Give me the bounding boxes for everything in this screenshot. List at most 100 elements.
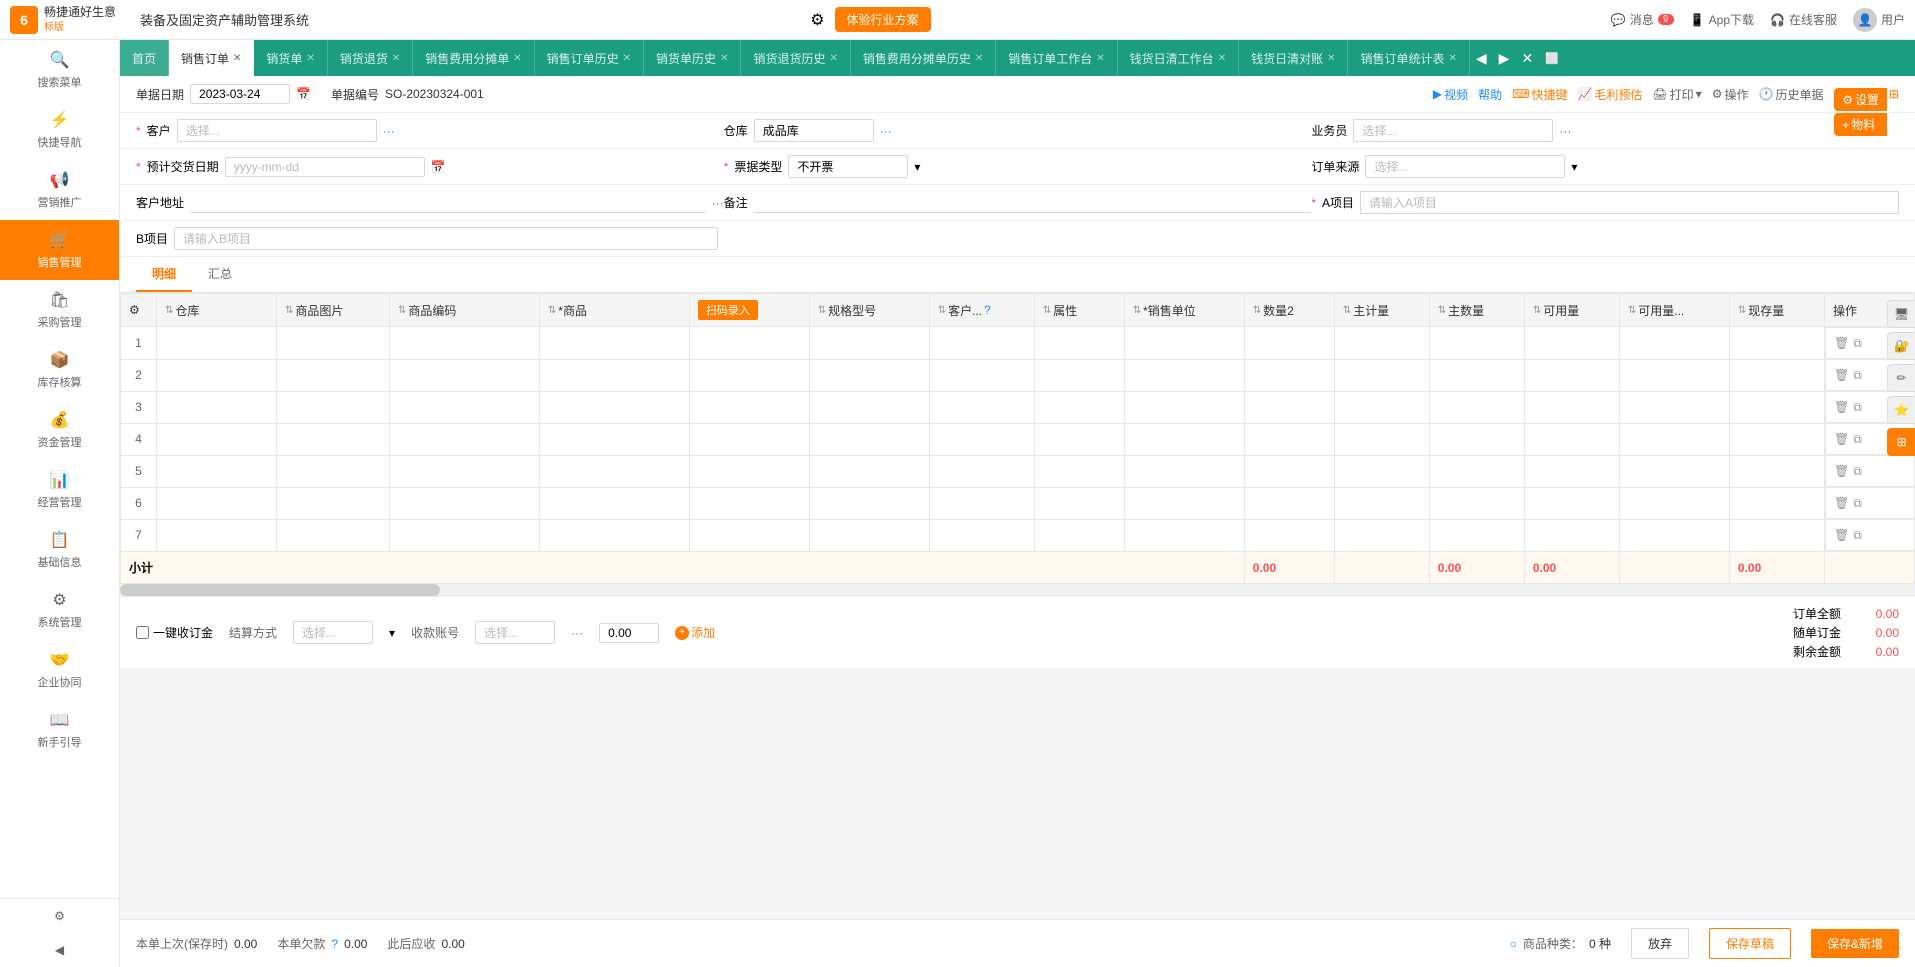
row-7-avail2[interactable] [1619,519,1729,552]
row-5-qty2[interactable] [1244,455,1334,487]
row-3-qty2[interactable] [1244,391,1334,423]
delete-icon-6[interactable]: 🗑 [1834,496,1849,510]
row-4-warehouse[interactable] [157,423,277,455]
row-2-image[interactable] [276,359,389,391]
row-3-main-qty[interactable] [1429,391,1524,423]
tab-home[interactable]: 首页 [120,40,169,76]
tab-sales-return[interactable]: 销货退货 ✕ [328,40,413,76]
row-2-avail[interactable] [1524,359,1619,391]
sidebar-item-system[interactable]: ⚙ 系统管理 [0,580,119,640]
right-icon-1[interactable]: 🖥 [1887,300,1915,328]
question-icon[interactable]: ? [984,303,991,317]
row-4-attr[interactable] [1034,423,1124,455]
col-spec[interactable]: ⇅ 规格型号 [809,294,929,327]
row-3-warehouse[interactable] [157,391,277,423]
row-5-warehouse[interactable] [157,455,277,487]
unit-sort[interactable]: ⇅ [1133,305,1141,316]
row-6-spec[interactable] [809,487,929,519]
row-4-scan[interactable] [689,423,809,455]
tab-close-reconcile[interactable]: ✕ [1327,53,1335,64]
row-1-unit[interactable] [1124,327,1244,360]
row-6-product[interactable] [539,487,689,519]
row-6-qty2[interactable] [1244,487,1334,519]
row-6-unit[interactable] [1124,487,1244,519]
delete-icon-1[interactable]: 🗑 [1834,336,1849,350]
sidebar-item-inventory[interactable]: 📦 库存核算 [0,340,119,400]
customer-addr-input[interactable] [190,193,706,213]
sidebar-item-purchase[interactable]: 🛍 采购管理 [0,280,119,340]
tab-close-sales-order[interactable]: ✕ [233,53,241,64]
row-6-current[interactable] [1729,487,1824,519]
row-4-current[interactable] [1729,423,1824,455]
row-7-customer-code[interactable] [929,519,1034,552]
product-count-icon[interactable]: ○ [1510,937,1517,951]
col-product[interactable]: ⇅ *商品 [539,294,689,327]
row-3-main-unit[interactable] [1334,391,1429,423]
toolbar-grid-view[interactable]: ⊞ [1889,87,1899,101]
tab-close-sales-return[interactable]: ✕ [392,53,400,64]
tab-return-history[interactable]: 销货退货历史 ✕ [741,40,850,76]
one-click-checkbox-input[interactable] [136,626,149,639]
row-5-avail[interactable] [1524,455,1619,487]
row-5-avail2[interactable] [1619,455,1729,487]
tab-expense-history[interactable]: 销售费用分摊单历史 ✕ [851,40,996,76]
row-3-code[interactable] [389,391,539,423]
row-1-warehouse[interactable] [157,327,277,360]
tab-close-return-history[interactable]: ✕ [829,53,837,64]
copy-icon-5[interactable]: ⧉ [1853,464,1862,479]
row-7-qty2[interactable] [1244,519,1334,552]
scan-entry-button[interactable]: 扫码录入 [698,300,758,320]
row-3-spec[interactable] [809,391,929,423]
toolbar-profit[interactable]: 📈 毛利预估 [1577,86,1642,103]
row-4-main-unit[interactable] [1334,423,1429,455]
delivery-input[interactable]: yyyy-mm-dd [225,157,425,177]
avail-sort[interactable]: ⇅ [1533,305,1541,316]
toolbar-print[interactable]: 🖨 打印 ▾ [1652,86,1701,103]
col-scan[interactable]: 扫码录入 [689,294,809,327]
b-project-input[interactable]: 请输入B项目 [174,227,718,250]
delivery-calendar-icon[interactable]: 📅 [431,160,446,174]
horizontal-scrollbar[interactable] [120,584,1915,596]
row-1-code[interactable] [389,327,539,360]
row-6-scan[interactable] [689,487,809,519]
row-1-avail[interactable] [1524,327,1619,360]
row-4-customer-code[interactable] [929,423,1034,455]
row-6-main-qty[interactable] [1429,487,1524,519]
tab-sales-invoice[interactable]: 销货单 ✕ [254,40,327,76]
row-1-customer-code[interactable] [929,327,1034,360]
row-3-avail2[interactable] [1619,391,1729,423]
customer-input[interactable]: 选择... [177,119,377,142]
row-7-main-unit[interactable] [1334,519,1429,552]
qty2-sort[interactable]: ⇅ [1253,305,1261,316]
row-5-unit[interactable] [1124,455,1244,487]
row-5-code[interactable] [389,455,539,487]
row-2-main-qty[interactable] [1429,359,1524,391]
spec-sort[interactable]: ⇅ [818,305,826,316]
sidebar-item-finance[interactable]: 💰 资金管理 [0,400,119,460]
row-6-customer-code[interactable] [929,487,1034,519]
account-more[interactable]: ··· [571,626,583,640]
col-main-unit[interactable]: ⇅ 主计量 [1334,294,1429,327]
customer-addr-more[interactable]: ··· [712,196,724,210]
row-1-current[interactable] [1729,327,1824,360]
copy-icon-4[interactable]: ⧉ [1853,432,1862,447]
payment-method-dropdown[interactable]: ▾ [389,626,395,640]
tab-nav-close-all[interactable]: ✕ [1515,50,1539,67]
row-5-main-qty[interactable] [1429,455,1524,487]
col-avail2[interactable]: ⇅ 可用量... [1619,294,1729,327]
one-click-payment-checkbox[interactable]: 一键收订金 [136,624,213,641]
column-settings-icon[interactable]: ⚙ [129,303,140,317]
scrollbar-thumb[interactable] [120,584,440,596]
row-4-image[interactable] [276,423,389,455]
row-6-avail2[interactable] [1619,487,1729,519]
warehouse-more[interactable]: ··· [880,124,892,138]
col-unit[interactable]: ⇅ *销售单位 [1124,294,1244,327]
row-5-scan[interactable] [689,455,809,487]
toolbar-shortcut[interactable]: ⌨ 快捷键 [1512,86,1567,103]
row-7-warehouse[interactable] [157,519,277,552]
tab-close-invoice-history[interactable]: ✕ [720,53,728,64]
row-1-main-qty[interactable] [1429,327,1524,360]
row-2-unit[interactable] [1124,359,1244,391]
calendar-icon[interactable]: 📅 [296,87,311,101]
payment-method-select[interactable]: 选择... [293,621,373,644]
